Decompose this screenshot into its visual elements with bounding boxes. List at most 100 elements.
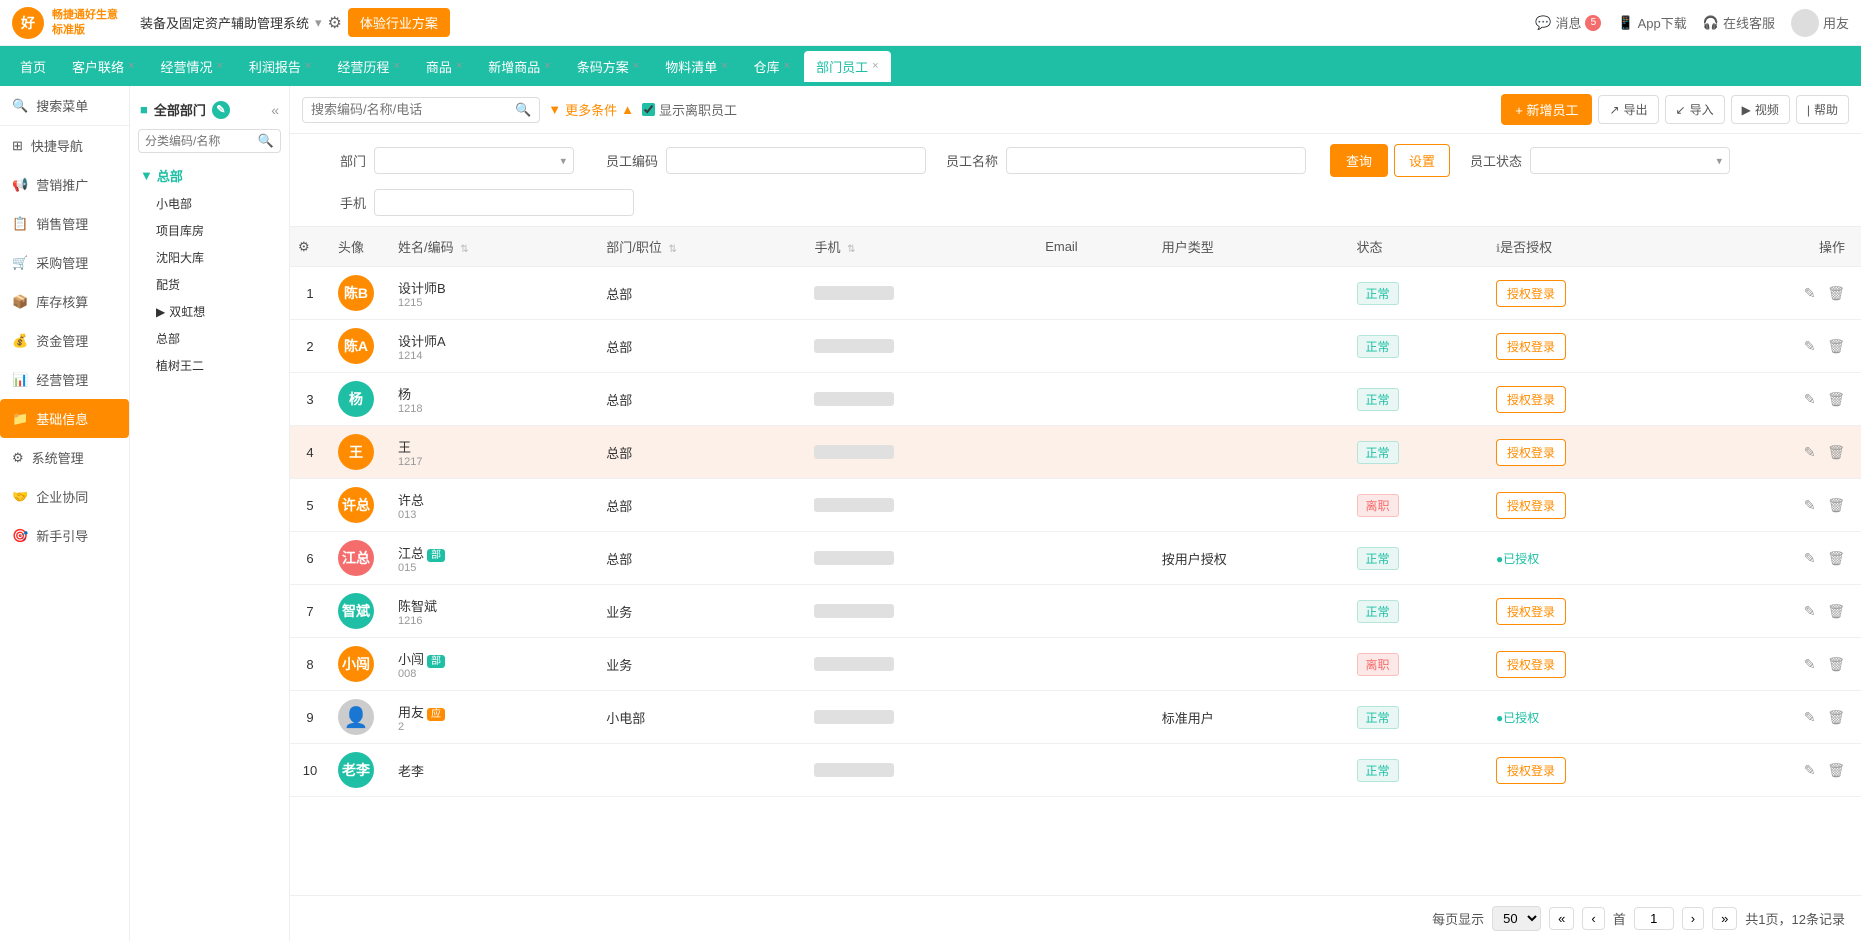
nav-tab-barcode[interactable]: 条码方案 × <box>565 51 651 82</box>
phone-input[interactable] <box>374 189 634 216</box>
dept-select-wrap[interactable] <box>374 147 574 174</box>
th-dept[interactable]: 部门/职位 ⇅ <box>598 227 806 267</box>
set-button[interactable]: 设置 <box>1394 144 1450 177</box>
view-button[interactable]: ▶ 视频 <box>1731 95 1790 124</box>
th-phone[interactable]: 手机 ⇅ <box>806 227 1037 267</box>
edit-button[interactable]: ✎ <box>1800 336 1820 357</box>
edit-button[interactable]: ✎ <box>1800 601 1820 622</box>
edit-button[interactable]: ✎ <box>1800 442 1820 463</box>
close-icon[interactable]: × <box>721 60 727 72</box>
sidebar-item-inventory[interactable]: 📦 库存核算 <box>0 282 129 321</box>
nav-tab-operations-status[interactable]: 经营情况 × <box>148 51 234 82</box>
emp-status-select[interactable] <box>1530 147 1730 174</box>
sidebar-item-quick-nav[interactable]: ⊞ 快捷导航 <box>0 126 129 165</box>
first-page-btn[interactable]: « <box>1549 907 1574 930</box>
close-icon[interactable]: × <box>128 60 134 72</box>
search-box[interactable]: 🔍 <box>302 97 540 123</box>
authorize-button[interactable]: 授权登录 <box>1496 492 1566 519</box>
dept-item-project-store[interactable]: 项目库房 <box>146 217 289 244</box>
query-button[interactable]: 查询 <box>1330 144 1388 177</box>
sidebar-item-purchase[interactable]: 🛒 采购管理 <box>0 243 129 282</box>
sidebar-item-sales[interactable]: 📋 销售管理 <box>0 204 129 243</box>
show-resigned-checkbox[interactable] <box>642 103 655 116</box>
last-page-btn[interactable]: » <box>1712 907 1737 930</box>
dept-item-general-sub[interactable]: 总部 <box>146 325 289 352</box>
delete-button[interactable]: 🗑 <box>1823 495 1849 516</box>
app-download-item[interactable]: 📱 App下载 <box>1617 13 1686 32</box>
close-icon[interactable]: × <box>544 60 550 72</box>
dept-search-box[interactable]: 🔍 <box>138 129 281 153</box>
delete-button[interactable]: 🗑 <box>1823 601 1849 622</box>
delete-button[interactable]: 🗑 <box>1823 389 1849 410</box>
search-input[interactable] <box>311 102 511 117</box>
dept-collapse-btn[interactable]: « <box>271 102 279 118</box>
sidebar-item-finance[interactable]: 💰 资金管理 <box>0 321 129 360</box>
edit-button[interactable]: ✎ <box>1800 760 1820 781</box>
delete-button[interactable]: 🗑 <box>1823 654 1849 675</box>
nav-tab-profit[interactable]: 利润报告 × <box>237 51 323 82</box>
authorize-button[interactable]: 授权登录 <box>1496 386 1566 413</box>
nav-tab-new-goods[interactable]: 新增商品 × <box>476 51 562 82</box>
show-resigned-label[interactable]: 显示离职员工 <box>642 100 737 119</box>
emp-name-input[interactable] <box>1006 147 1306 174</box>
sidebar-item-guide[interactable]: 🎯 新手引导 <box>0 516 129 555</box>
nav-tab-warehouse[interactable]: 仓库 × <box>742 51 802 82</box>
more-filter-btn[interactable]: ▼ 更多条件 ▲ <box>548 100 634 119</box>
authorize-button[interactable]: 授权登录 <box>1496 333 1566 360</box>
add-employee-button[interactable]: + 新增员工 <box>1501 94 1592 125</box>
export-button[interactable]: ↗ 导出 <box>1598 95 1658 124</box>
dept-item-shuanghong[interactable]: ▶ 双虹想 <box>146 298 289 325</box>
dept-edit-icon[interactable]: ✎ <box>212 101 230 119</box>
delete-button[interactable]: 🗑 <box>1823 760 1849 781</box>
delete-button[interactable]: 🗑 <box>1823 336 1849 357</box>
nav-tab-customer[interactable]: 客户联络 × <box>60 51 146 82</box>
close-icon-active[interactable]: × <box>872 60 878 72</box>
delete-button[interactable]: 🗑 <box>1823 442 1849 463</box>
authorize-button[interactable]: 授权登录 <box>1496 598 1566 625</box>
import-button[interactable]: ↙ 导入 <box>1665 95 1725 124</box>
trial-button[interactable]: 体验行业方案 <box>348 8 450 37</box>
edit-button[interactable]: ✎ <box>1800 389 1820 410</box>
authorize-button[interactable]: 授权登录 <box>1496 757 1566 784</box>
nav-tab-dept-emp[interactable]: 部门员工 × <box>804 51 890 82</box>
dept-item-shenyang[interactable]: 沈阳大库 <box>146 244 289 271</box>
gear-button[interactable]: ⚙ <box>328 13 342 33</box>
nav-tab-home[interactable]: 首页 <box>8 51 58 82</box>
emp-status-select-wrap[interactable] <box>1530 147 1730 174</box>
sidebar-search[interactable]: 🔍 搜索菜单 <box>0 86 129 126</box>
dept-select[interactable] <box>374 147 574 174</box>
dept-item-general[interactable]: ▼ 总部 <box>130 161 289 190</box>
dept-item-planting[interactable]: 植树王二 <box>146 352 289 379</box>
edit-button[interactable]: ✎ <box>1800 283 1820 304</box>
edit-button[interactable]: ✎ <box>1800 707 1820 728</box>
nav-tab-bom[interactable]: 物料清单 × <box>653 51 739 82</box>
help-button[interactable]: | 帮助 <box>1796 95 1849 124</box>
close-icon[interactable]: × <box>456 60 462 72</box>
user-avatar-item[interactable]: 用友 <box>1791 9 1849 37</box>
delete-button[interactable]: 🗑 <box>1823 548 1849 569</box>
th-settings[interactable]: ⚙ <box>290 227 330 267</box>
sidebar-item-marketing[interactable]: 📢 营销推广 <box>0 165 129 204</box>
online-service-item[interactable]: 🎧 在线客服 <box>1703 13 1775 32</box>
prev-page-btn[interactable]: ‹ <box>1582 907 1604 930</box>
sidebar-item-system[interactable]: ⚙ 系统管理 <box>0 438 129 477</box>
current-page-input[interactable] <box>1634 907 1674 930</box>
dept-item-small-elec[interactable]: 小电部 <box>146 190 289 217</box>
title-dropdown-icon[interactable]: ▾ <box>315 15 322 31</box>
nav-tab-history[interactable]: 经营历程 × <box>325 51 411 82</box>
per-page-select[interactable]: 50 <box>1492 906 1541 931</box>
sidebar-item-operations[interactable]: 📊 经营管理 <box>0 360 129 399</box>
close-icon[interactable]: × <box>393 60 399 72</box>
close-icon[interactable]: × <box>633 60 639 72</box>
delete-button[interactable]: 🗑 <box>1823 283 1849 304</box>
edit-button[interactable]: ✎ <box>1800 548 1820 569</box>
authorize-button[interactable]: 授权登录 <box>1496 651 1566 678</box>
th-name[interactable]: 姓名/编码 ⇅ <box>390 227 598 267</box>
close-icon[interactable]: × <box>305 60 311 72</box>
close-icon[interactable]: × <box>216 60 222 72</box>
dept-item-distribution[interactable]: 配货 <box>146 271 289 298</box>
message-item[interactable]: 💬 消息 5 <box>1535 13 1601 32</box>
emp-code-input[interactable] <box>666 147 926 174</box>
next-page-btn[interactable]: › <box>1682 907 1704 930</box>
dept-search-input[interactable] <box>145 134 254 148</box>
